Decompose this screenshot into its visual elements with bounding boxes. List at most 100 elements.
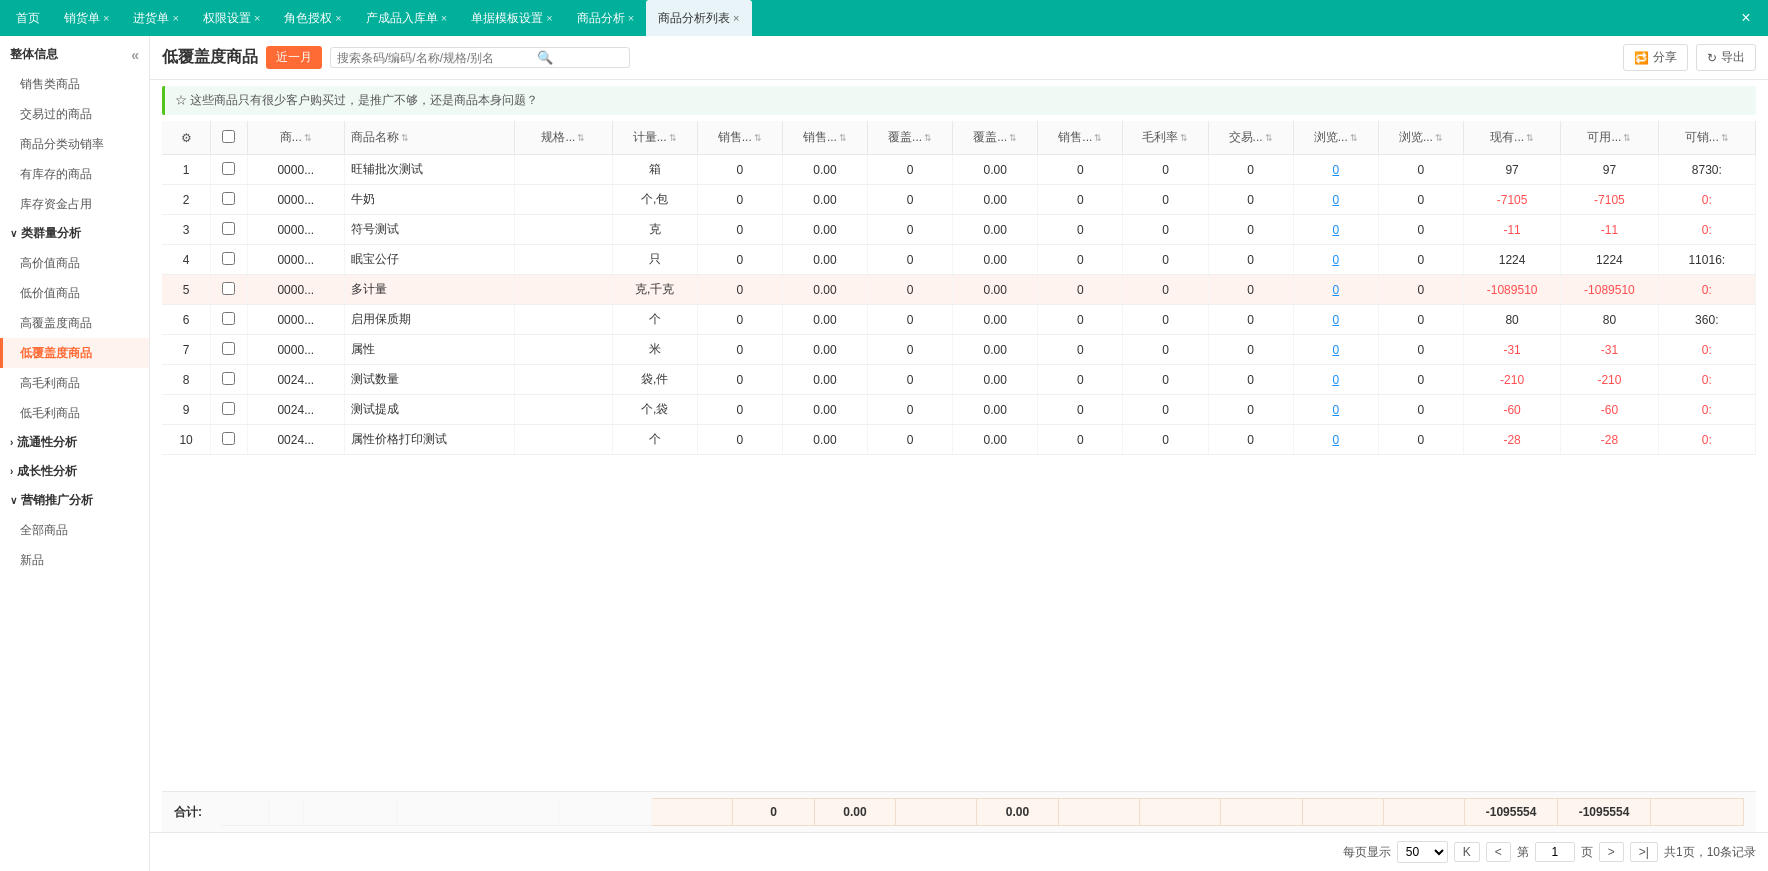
search-icon[interactable]: 🔍	[537, 50, 553, 65]
table-cell[interactable]	[211, 185, 247, 215]
table-cell: 0	[697, 215, 782, 245]
nav-close-product-warehouse[interactable]: ×	[441, 12, 447, 24]
th-browse2[interactable]: 浏览...⇅	[1378, 121, 1463, 155]
page-size-select[interactable]: 50 100	[1397, 841, 1448, 863]
nav-close-permissions[interactable]: ×	[254, 12, 260, 24]
table-footer: 合计: 0 0.00 0.00	[162, 791, 1756, 832]
nav-product-warehouse[interactable]: 产成品入库单 ×	[354, 0, 459, 36]
sidebar-item-stock-goods[interactable]: 有库存的商品	[0, 159, 149, 189]
nav-template[interactable]: 单据模板设置 ×	[459, 0, 564, 36]
sidebar-item-low-gross[interactable]: 低毛利商品	[0, 398, 149, 428]
table-cell: 97	[1463, 155, 1560, 185]
sidebar-item-traded-goods[interactable]: 交易过的商品	[0, 99, 149, 129]
sidebar-group-circulation[interactable]: › 流通性分析	[0, 428, 149, 457]
nav-home[interactable]: 首页	[4, 0, 52, 36]
table-cell: 个	[612, 305, 697, 335]
table-cell[interactable]	[211, 245, 247, 275]
sidebar-group-cluster[interactable]: ∨ 类群量分析	[0, 219, 149, 248]
table-cell: 0	[1293, 155, 1378, 185]
nav-product-analysis-list[interactable]: 商品分析列表 ×	[646, 0, 751, 36]
th-check[interactable]	[211, 121, 247, 155]
summary-label: 合计:	[174, 804, 202, 821]
table-cell[interactable]	[211, 335, 247, 365]
table-cell	[515, 365, 612, 395]
nav-role[interactable]: 角色授权 ×	[272, 0, 353, 36]
total-label: 共1页，10条记录	[1664, 844, 1756, 861]
table-cell[interactable]	[211, 365, 247, 395]
th-name[interactable]: 商品名称⇅	[344, 121, 514, 155]
sidebar-item-high-value[interactable]: 高价值商品	[0, 248, 149, 278]
table-cell	[515, 335, 612, 365]
sidebar-item-low-value[interactable]: 低价值商品	[0, 278, 149, 308]
sidebar-item-category-rate[interactable]: 商品分类动销率	[0, 129, 149, 159]
share-btn[interactable]: 🔁 分享	[1623, 44, 1688, 71]
th-browse1[interactable]: 浏览...⇅	[1293, 121, 1378, 155]
nav-close-template[interactable]: ×	[546, 12, 552, 24]
prev-page-btn[interactable]: <	[1486, 842, 1511, 862]
th-cur[interactable]: 现有...⇅	[1463, 121, 1560, 155]
window-close-btn[interactable]: ×	[1728, 0, 1764, 36]
th-cover1[interactable]: 覆盖...⇅	[867, 121, 952, 155]
first-page-btn[interactable]: K	[1454, 842, 1480, 862]
table-cell: 箱	[612, 155, 697, 185]
sidebar-item-new-goods[interactable]: 新品	[0, 545, 149, 575]
nav-purchase[interactable]: 进货单 ×	[121, 0, 190, 36]
table-cell[interactable]	[211, 155, 247, 185]
table-cell: 0	[1038, 395, 1123, 425]
marketing-arrow-icon: ∨	[10, 495, 17, 506]
nav-sales[interactable]: 销货单 ×	[52, 0, 121, 36]
th-avail[interactable]: 可用...⇅	[1561, 121, 1658, 155]
sidebar-collapse-btn[interactable]: «	[131, 47, 139, 63]
table-cell[interactable]	[211, 275, 247, 305]
th-unit[interactable]: 计量...⇅	[612, 121, 697, 155]
nav-product-analysis[interactable]: 商品分析 ×	[565, 0, 646, 36]
sidebar-item-capital[interactable]: 库存资金占用	[0, 189, 149, 219]
page-title: 低覆盖度商品	[162, 47, 258, 68]
sidebar-item-sales-goods[interactable]: 销售类商品	[0, 69, 149, 99]
th-settings[interactable]: ⚙	[162, 121, 211, 155]
table-cell[interactable]	[211, 305, 247, 335]
th-sales-amt[interactable]: 销售...⇅	[782, 121, 867, 155]
filter-btn[interactable]: 近一月	[266, 46, 322, 69]
table-row: 100024...属性价格打印测试个00.0000.0000000-28-280…	[162, 425, 1756, 455]
nav-close-purchase[interactable]: ×	[172, 12, 178, 24]
table-cell: 个,袋	[612, 395, 697, 425]
th-spec[interactable]: 规格...⇅	[515, 121, 612, 155]
table-cell: 0	[697, 275, 782, 305]
nav-permissions[interactable]: 权限设置 ×	[191, 0, 272, 36]
table-cell: 0.00	[782, 425, 867, 455]
sidebar-item-high-gross[interactable]: 高毛利商品	[0, 368, 149, 398]
sidebar-group-growth[interactable]: › 成长性分析	[0, 457, 149, 486]
top-nav: 首页 销货单 × 进货单 × 权限设置 × 角色授权 × 产成品入库单 × 单据…	[0, 0, 1768, 36]
table-cell[interactable]	[211, 395, 247, 425]
table-cell[interactable]	[211, 425, 247, 455]
th-saleable[interactable]: 可销...⇅	[1658, 121, 1755, 155]
summary-unit	[652, 799, 733, 826]
th-code[interactable]: 商...⇅	[247, 121, 344, 155]
sidebar-item-all-goods[interactable]: 全部商品	[0, 515, 149, 545]
last-page-btn[interactable]: >|	[1630, 842, 1658, 862]
sidebar-item-low-coverage[interactable]: 低覆盖度商品	[0, 338, 149, 368]
main-layout: 整体信息 « 销售类商品 交易过的商品 商品分类动销率 有库存的商品 库存资金占…	[0, 36, 1768, 871]
page-input[interactable]	[1535, 842, 1575, 862]
nav-close-product-analysis-list[interactable]: ×	[733, 12, 739, 24]
sidebar-item-high-coverage[interactable]: 高覆盖度商品	[0, 308, 149, 338]
check-all[interactable]	[222, 130, 235, 143]
th-gross[interactable]: 毛利率⇅	[1123, 121, 1208, 155]
nav-close-product-analysis[interactable]: ×	[628, 12, 634, 24]
table-cell: 0.00	[953, 155, 1038, 185]
export-btn[interactable]: ↻ 导出	[1696, 44, 1756, 71]
th-sales-count[interactable]: 销售...⇅	[697, 121, 782, 155]
nav-close-role[interactable]: ×	[335, 12, 341, 24]
search-input[interactable]	[337, 51, 537, 65]
th-trade[interactable]: 交易...⇅	[1208, 121, 1293, 155]
table-row: 70000...属性米00.0000.0000000-31-310:	[162, 335, 1756, 365]
nav-close-sales[interactable]: ×	[103, 12, 109, 24]
th-cover2[interactable]: 覆盖...⇅	[953, 121, 1038, 155]
table-cell: 0	[697, 185, 782, 215]
next-page-btn[interactable]: >	[1599, 842, 1624, 862]
th-sales2[interactable]: 销售...⇅	[1038, 121, 1123, 155]
sidebar-group-marketing[interactable]: ∨ 营销推广分析	[0, 486, 149, 515]
table-cell[interactable]	[211, 215, 247, 245]
table-container[interactable]: ⚙ 商...⇅ 商品名称⇅ 规格...⇅ 计量...⇅ 销售...⇅ 销售...…	[162, 121, 1756, 791]
